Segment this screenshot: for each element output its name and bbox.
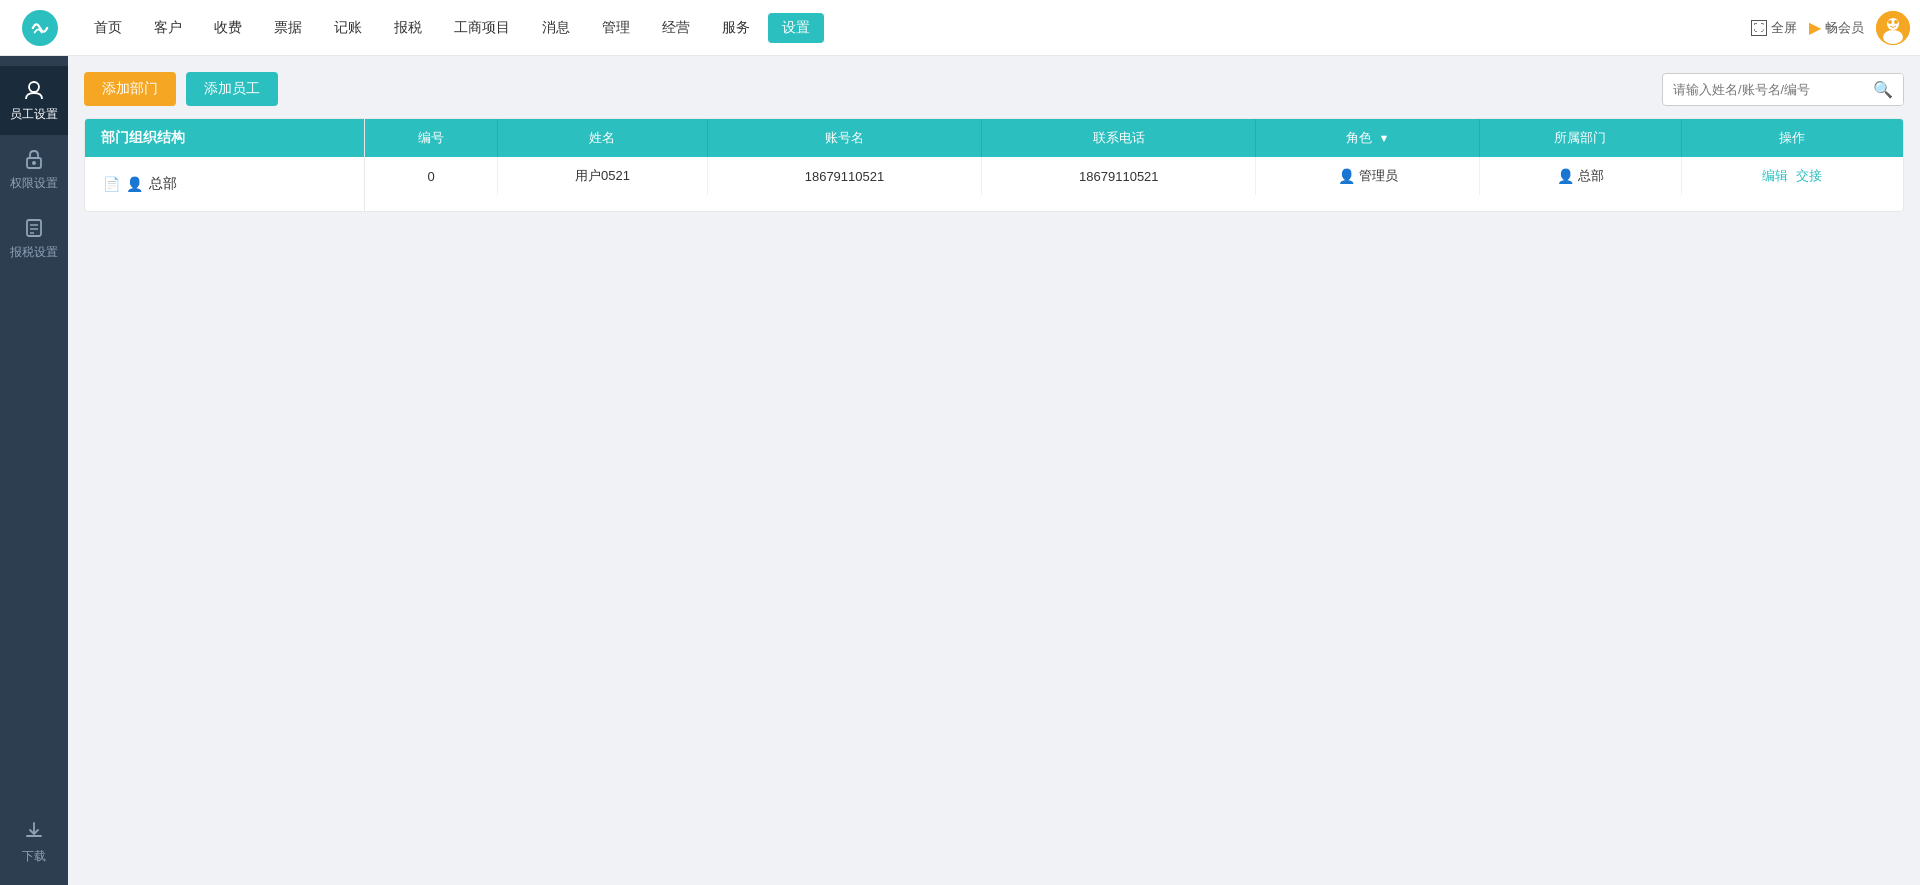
taxsettings-icon [22, 216, 46, 240]
nav-manage[interactable]: 管理 [588, 13, 644, 43]
dept-person-icon: 👤 [126, 176, 143, 192]
col-action: 操作 [1681, 119, 1903, 157]
nav-bill[interactable]: 票据 [260, 13, 316, 43]
table-container: 部门组织结构 📄 👤 总部 编号 姓名 账号名 [84, 118, 1904, 212]
svg-point-5 [1894, 20, 1898, 24]
sidebar-download[interactable]: 下载 [0, 809, 68, 875]
cell-id: 0 [365, 157, 498, 195]
col-id: 编号 [365, 119, 498, 157]
table-header-row: 编号 姓名 账号名 联系电话 角色 ▼ 所属部门 操作 [365, 119, 1903, 157]
sidebar-employee-label: 员工设置 [10, 106, 58, 123]
search-box: 🔍 [1662, 73, 1904, 106]
dept-panel: 部门组织结构 📄 👤 总部 [85, 119, 365, 211]
vip-icon: ▶ [1809, 18, 1821, 37]
dept-file-icon: 📄 [103, 176, 120, 192]
vip-button[interactable]: ▶ 畅会员 [1809, 18, 1864, 37]
table-row: 0 用户0521 18679110521 18679110521 👤 管理员 [365, 157, 1903, 195]
nav-service[interactable]: 服务 [708, 13, 764, 43]
fullscreen-icon: ⛶ [1751, 20, 1767, 36]
svg-point-4 [1888, 20, 1892, 24]
col-role[interactable]: 角色 ▼ [1256, 119, 1479, 157]
col-name: 姓名 [498, 119, 708, 157]
edit-link[interactable]: 编辑 [1762, 167, 1788, 185]
nav-message[interactable]: 消息 [528, 13, 584, 43]
sidebar-permission-label: 权限设置 [10, 175, 58, 192]
role-icon: 👤 [1338, 168, 1355, 184]
nav-business[interactable]: 工商项目 [440, 13, 524, 43]
cell-dept: 👤 总部 [1479, 157, 1681, 195]
nav-customer[interactable]: 客户 [140, 13, 196, 43]
search-button[interactable]: 🔍 [1863, 74, 1903, 105]
col-phone: 联系电话 [982, 119, 1256, 157]
fullscreen-button[interactable]: ⛶ 全屏 [1751, 19, 1797, 37]
employee-table: 编号 姓名 账号名 联系电话 角色 ▼ 所属部门 操作 [365, 119, 1903, 195]
toolbar: 添加部门 添加员工 🔍 [84, 72, 1904, 106]
nav-tax[interactable]: 报税 [380, 13, 436, 43]
download-icon [23, 819, 45, 844]
search-input[interactable] [1663, 76, 1863, 103]
sidebar-taxsettings-label: 报税设置 [10, 244, 58, 261]
dept-tree: 📄 👤 总部 [85, 157, 364, 211]
cell-role: 👤 管理员 [1256, 157, 1479, 195]
employee-icon [22, 78, 46, 102]
add-dept-button[interactable]: 添加部门 [84, 72, 176, 106]
dept-tree-item[interactable]: 📄 👤 总部 [95, 167, 354, 201]
svg-point-6 [29, 82, 39, 92]
svg-point-8 [32, 161, 36, 165]
cell-account: 18679110521 [707, 157, 981, 195]
nav-operation[interactable]: 经营 [648, 13, 704, 43]
dept-label: 总部 [1578, 167, 1604, 185]
col-dept: 所属部门 [1479, 119, 1681, 157]
role-label: 管理员 [1359, 167, 1398, 185]
sidebar-item-permission[interactable]: 权限设置 [0, 135, 68, 204]
top-navigation: 首页 客户 收费 票据 记账 报税 工商项目 消息 管理 经营 服务 设置 ⛶ … [0, 0, 1920, 56]
nav-fee[interactable]: 收费 [200, 13, 256, 43]
nav-accounting[interactable]: 记账 [320, 13, 376, 43]
nav-home[interactable]: 首页 [80, 13, 136, 43]
transfer-link[interactable]: 交接 [1796, 167, 1822, 185]
sidebar-item-employee[interactable]: 员工设置 [0, 66, 68, 135]
nav-right: ⛶ 全屏 ▶ 畅会员 [1751, 11, 1910, 45]
cell-name: 用户0521 [498, 157, 708, 195]
content-area: 添加部门 添加员工 🔍 部门组织结构 📄 👤 总部 [68, 56, 1920, 885]
filter-icon: ▼ [1378, 132, 1389, 144]
cell-actions: 编辑 交接 [1681, 157, 1903, 195]
col-role-label: 角色 [1346, 130, 1372, 145]
permission-icon [22, 147, 46, 171]
vip-label: 畅会员 [1825, 19, 1864, 37]
nav-items: 首页 客户 收费 票据 记账 报税 工商项目 消息 管理 经营 服务 设置 [80, 13, 1751, 43]
sidebar-bottom: 下载 [0, 809, 68, 885]
dept-panel-header: 部门组织结构 [85, 119, 364, 157]
dept-person-icon2: 👤 [1557, 168, 1574, 184]
svg-point-2 [1887, 18, 1899, 30]
dept-name: 总部 [149, 175, 177, 193]
app-logo[interactable] [10, 10, 70, 46]
svg-point-3 [1883, 30, 1903, 44]
employee-panel: 编号 姓名 账号名 联系电话 角色 ▼ 所属部门 操作 [365, 119, 1903, 211]
col-account: 账号名 [707, 119, 981, 157]
fullscreen-label: 全屏 [1771, 19, 1797, 37]
nav-settings[interactable]: 设置 [768, 13, 824, 43]
main-layout: 员工设置 权限设置 报税设置 [0, 56, 1920, 885]
add-employee-button[interactable]: 添加员工 [186, 72, 278, 106]
user-avatar[interactable] [1876, 11, 1910, 45]
sidebar-item-taxsettings[interactable]: 报税设置 [0, 204, 68, 273]
cell-phone: 18679110521 [982, 157, 1256, 195]
sidebar-download-label: 下载 [22, 848, 46, 865]
sidebar: 员工设置 权限设置 报税设置 [0, 56, 68, 885]
